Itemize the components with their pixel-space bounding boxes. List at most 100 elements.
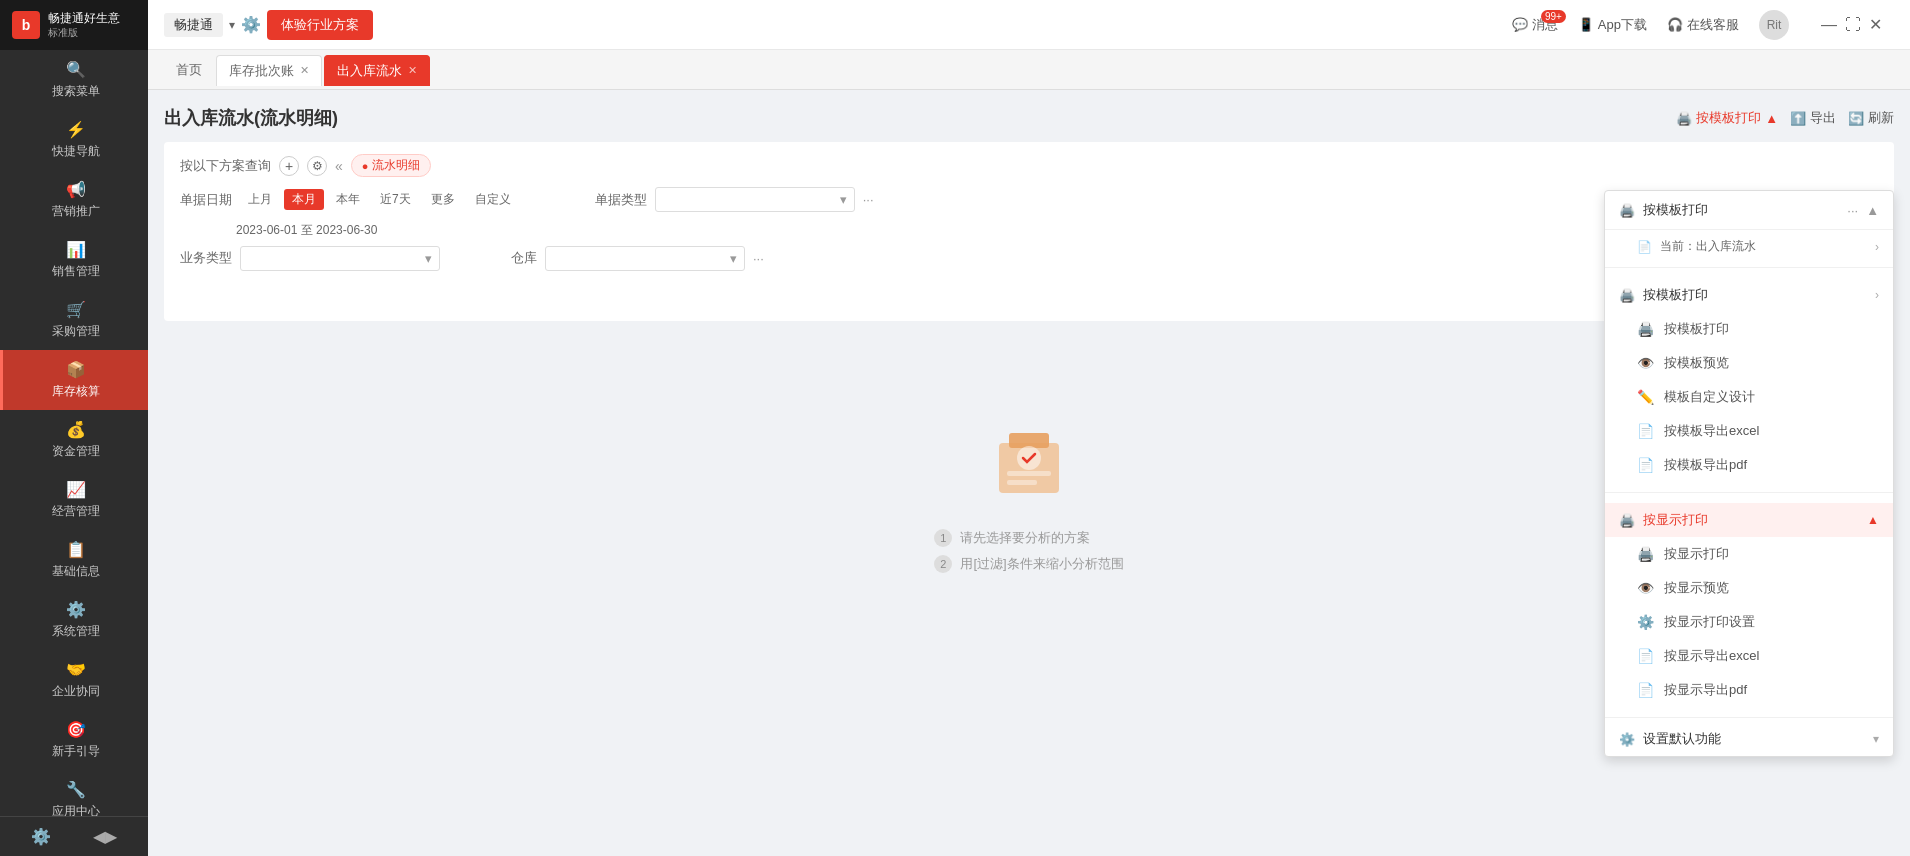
template-print-section: 🖨️ 按模板打印 › 🖨️ 按模板打印 👁️ 按模板预览 ✏️ 模板自定义设计 [1605, 272, 1893, 488]
warehouse-more-btn[interactable]: ··· [753, 251, 764, 266]
sidebar-item-apps[interactable]: 🔧 应用中心 [0, 770, 148, 816]
date-shortcut-this-year[interactable]: 本年 [328, 189, 368, 210]
sidebar-item-sales[interactable]: 📊 销售管理 [0, 230, 148, 290]
current-icon: 📄 [1637, 240, 1652, 254]
warehouse-field: 仓库 ··· [511, 246, 764, 271]
item-design-icon: ✏️ [1637, 389, 1654, 405]
minimize-icon[interactable]: — [1821, 16, 1837, 34]
username-display: 畅捷通 [164, 13, 223, 37]
tab-home[interactable]: 首页 [164, 55, 214, 85]
sidebar-item-inventory[interactable]: 📦 库存核算 [0, 350, 148, 410]
svg-point-2 [1017, 446, 1041, 470]
header-right: 💬 消息 99+ 📱 App下载 🎧 在线客服 Rit — ⛶ ✕ [1512, 10, 1894, 40]
collab-icon: 🤝 [66, 660, 86, 679]
system-icon: ⚙️ [66, 600, 86, 619]
empty-hint-2: 2 用[过滤]条件来缩小分析范围 [934, 555, 1123, 573]
sidebar-item-finance[interactable]: 💰 资金管理 [0, 410, 148, 470]
bill-type-select[interactable] [655, 187, 855, 212]
logo-icon: b [12, 11, 40, 39]
print-dropdown-chevron: ▲ [1765, 111, 1778, 126]
date-shortcut-7days[interactable]: 近7天 [372, 189, 419, 210]
sidebar-item-operations[interactable]: 📈 经营管理 [0, 470, 148, 530]
date-shortcut-custom[interactable]: 自定义 [467, 189, 519, 210]
dropdown-current-item: 📄 当前：出入库流水 › [1605, 230, 1893, 263]
user-dropdown-btn[interactable]: ▾ [229, 18, 235, 32]
filter-settings-button[interactable]: ⚙ [307, 156, 327, 176]
business-type-label: 业务类型 [180, 249, 232, 267]
sidebar-bottom: ⚙️ ◀▶ [0, 816, 148, 856]
dropdown-item-template-preview[interactable]: 👁️ 按模板预览 [1605, 346, 1893, 380]
main-area: 畅捷通 ▾ ⚙️ 体验行业方案 💬 消息 99+ 📱 App下载 🎧 在线客服 … [148, 0, 1910, 856]
display-print-section: 🖨️ 按显示打印 ▲ 🖨️ 按显示打印 👁️ 按显示预览 ⚙️ 按显示打印设置 [1605, 497, 1893, 713]
empty-illustration [979, 413, 1079, 513]
dropdown-more-icon[interactable]: ··· [1847, 203, 1858, 218]
close-icon[interactable]: ✕ [1869, 15, 1882, 34]
messages-item[interactable]: 💬 消息 99+ [1512, 16, 1558, 34]
date-shortcut-more[interactable]: 更多 [423, 189, 463, 210]
dropdown-item-display-print[interactable]: 🖨️ 按显示打印 [1605, 537, 1893, 571]
business-type-select-wrapper [240, 246, 440, 271]
dropdown-item-display-pdf[interactable]: 📄 按显示导出pdf [1605, 673, 1893, 707]
page-header: 出入库流水(流水明细) 🖨️ 按模板打印 ▲ ⬆️ 导出 🔄 刷新 [164, 106, 1894, 130]
print-dropdown-panel: 🖨️ 按模板打印 ··· ▲ 📄 当前：出入库流水 › [1604, 190, 1894, 757]
display-print-header[interactable]: 🖨️ 按显示打印 ▲ [1605, 503, 1893, 537]
business-type-field: 业务类型 ▾ [180, 246, 435, 271]
sidebar-item-shortcuts[interactable]: ⚡ 快捷导航 [0, 110, 148, 170]
header-settings-icon[interactable]: ⚙️ [241, 15, 261, 34]
print-template-btn[interactable]: 🖨️ 按模板打印 ▲ [1676, 109, 1778, 127]
date-shortcut-prev-month[interactable]: 上月 [240, 189, 280, 210]
trial-button[interactable]: 体验行业方案 [267, 10, 373, 40]
message-badge: 99+ [1541, 10, 1566, 23]
sidebar-item-marketing[interactable]: 📢 营销推广 [0, 170, 148, 230]
sidebar-item-collab[interactable]: 🤝 企业协同 [0, 650, 148, 710]
warehouse-select[interactable] [545, 246, 745, 271]
dropdown-item-template-print[interactable]: 🖨️ 按模板打印 [1605, 312, 1893, 346]
display-section-chevron: ▲ [1867, 513, 1879, 527]
collapse-icon[interactable]: ◀▶ [93, 827, 117, 846]
basic-icon: 📋 [66, 540, 86, 559]
sidebar-item-search[interactable]: 🔍 搜索菜单 [0, 50, 148, 110]
dropdown-item-display-settings[interactable]: ⚙️ 按显示打印设置 [1605, 605, 1893, 639]
template-print-header[interactable]: 🖨️ 按模板打印 › [1605, 278, 1893, 312]
sidebar-item-system[interactable]: ⚙️ 系统管理 [0, 590, 148, 650]
sidebar-item-purchase[interactable]: 🛒 采购管理 [0, 290, 148, 350]
bill-type-label: 单据类型 [595, 191, 647, 209]
dropdown-item-template-excel[interactable]: 📄 按模板导出excel [1605, 414, 1893, 448]
settings-bottom-icon[interactable]: ⚙️ [31, 827, 51, 846]
operations-icon: 📈 [66, 480, 86, 499]
dropdown-header: 🖨️ 按模板打印 ··· ▲ [1605, 191, 1893, 230]
tab-batch-close[interactable]: ✕ [300, 64, 309, 77]
tab-batch[interactable]: 库存批次账 ✕ [216, 55, 322, 86]
dropdown-item-template-design[interactable]: ✏️ 模板自定义设计 [1605, 380, 1893, 414]
svg-rect-1 [1009, 433, 1049, 448]
dropdown-item-template-pdf[interactable]: 📄 按模板导出pdf [1605, 448, 1893, 482]
divider-3 [1605, 717, 1893, 718]
avatar-item[interactable]: Rit [1759, 10, 1789, 40]
filter-collapse-button[interactable]: « [335, 158, 343, 174]
bill-type-more-btn[interactable]: ··· [863, 192, 874, 207]
current-chevron: › [1875, 240, 1879, 254]
tab-flow-close[interactable]: ✕ [408, 64, 417, 77]
dropdown-item-display-excel[interactable]: 📄 按显示导出excel [1605, 639, 1893, 673]
online-service-item[interactable]: 🎧 在线客服 [1667, 16, 1739, 34]
date-shortcut-this-month[interactable]: 本月 [284, 189, 324, 210]
search-icon: 🔍 [66, 60, 86, 79]
export-btn[interactable]: ⬆️ 导出 [1790, 109, 1836, 127]
item-preview-icon: 👁️ [1637, 355, 1654, 371]
default-settings-header[interactable]: ⚙️ 设置默认功能 ▾ [1605, 722, 1893, 756]
refresh-btn[interactable]: 🔄 刷新 [1848, 109, 1894, 127]
warehouse-label: 仓库 [511, 249, 537, 267]
sidebar-item-basic[interactable]: 📋 基础信息 [0, 530, 148, 590]
item-print-icon: 🖨️ [1637, 321, 1654, 337]
tab-flow[interactable]: 出入库流水 ✕ [324, 55, 430, 86]
sales-icon: 📊 [66, 240, 86, 259]
maximize-icon[interactable]: ⛶ [1845, 16, 1861, 34]
app-download-item[interactable]: 📱 App下载 [1578, 16, 1647, 34]
dropdown-item-display-preview[interactable]: 👁️ 按显示预览 [1605, 571, 1893, 605]
sidebar-item-guide[interactable]: 🎯 新手引导 [0, 710, 148, 770]
dropdown-close-chevron[interactable]: ▲ [1866, 203, 1879, 218]
business-type-select[interactable] [240, 246, 440, 271]
filter-add-button[interactable]: + [279, 156, 299, 176]
date-range-display: 2023-06-01 至 2023-06-30 [180, 222, 377, 239]
app-logo: b 畅捷通好生意 标准版 [0, 0, 148, 50]
